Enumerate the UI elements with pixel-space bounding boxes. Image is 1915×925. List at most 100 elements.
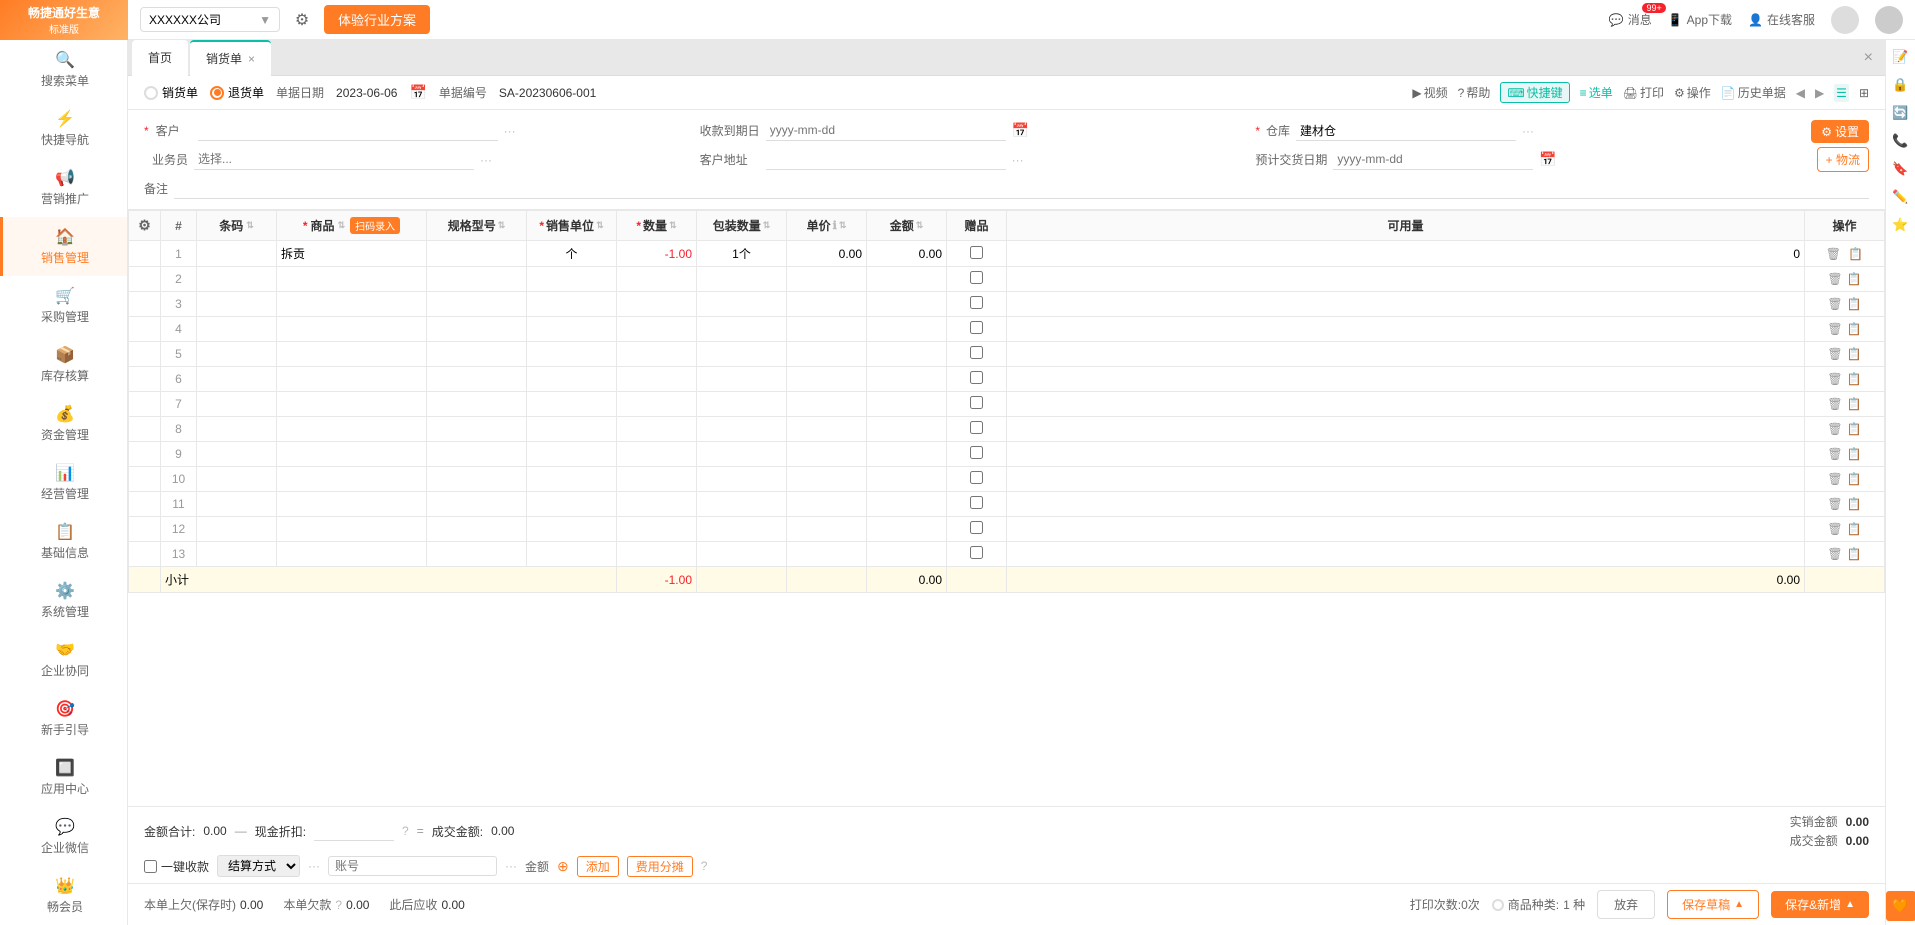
rp-bookmark-icon[interactable]: 🔖	[1888, 156, 1914, 182]
addr-dots[interactable]: ···	[1012, 153, 1024, 167]
account-dots[interactable]: ···	[505, 859, 517, 873]
gift-checkbox-1[interactable]	[970, 246, 983, 259]
payment-due-cal-icon[interactable]: 📅	[1012, 122, 1029, 139]
print-btn[interactable]: 🖨 打印	[1623, 84, 1664, 101]
sidebar-item-base[interactable]: 📋 基础信息	[0, 512, 127, 571]
sidebar-item-quick-nav[interactable]: ⚡ 快捷导航	[0, 99, 127, 158]
gift-checkbox-2[interactable]	[970, 271, 983, 284]
discount-input[interactable]	[314, 822, 394, 841]
close-window-btn[interactable]: ×	[1856, 49, 1881, 67]
tab-close-icon[interactable]: ×	[248, 52, 255, 66]
rp-star-icon[interactable]: ⭐	[1888, 212, 1914, 238]
help-btn[interactable]: ? 帮助	[1458, 84, 1491, 101]
expense-btn[interactable]: 费用分摊	[627, 856, 693, 877]
rp-edit-icon[interactable]: 📝	[1888, 44, 1914, 70]
sidebar-item-guide[interactable]: 🎯 新手引导	[0, 689, 127, 748]
gift-checkbox-6[interactable]	[970, 371, 983, 384]
rp-orange-btn[interactable]: 🧡	[1886, 891, 1915, 921]
add-button[interactable]: 添加	[577, 856, 619, 877]
cell-qty-1[interactable]: -1.00	[617, 241, 697, 267]
sidebar-item-marketing[interactable]: 📢 营销推广	[0, 158, 127, 217]
gift-checkbox-10[interactable]	[970, 471, 983, 484]
operate-btn[interactable]: ⚙ 操作	[1674, 84, 1711, 101]
rp-lock-icon[interactable]: 🔒	[1888, 72, 1914, 98]
save-new-button[interactable]: 保存&新增 ▲	[1771, 891, 1869, 918]
cell-price-1[interactable]: 0.00	[787, 241, 867, 267]
history-btn[interactable]: 📄 历史单据	[1721, 84, 1786, 101]
radio-return[interactable]: 退货单	[210, 84, 264, 101]
sidebar-item-wechat[interactable]: 💬 企业微信	[0, 807, 127, 866]
remarks-input[interactable]	[174, 178, 1869, 199]
one-click-pay-check[interactable]	[144, 860, 157, 873]
video-btn[interactable]: ▶ 视频	[1412, 84, 1447, 101]
gear-button[interactable]: ⚙	[288, 6, 316, 34]
settle-method-select[interactable]: 结算方式	[217, 855, 300, 877]
avatar[interactable]	[1831, 6, 1859, 34]
gift-checkbox-13[interactable]	[970, 546, 983, 559]
rp-phone-icon[interactable]: 📞	[1888, 128, 1914, 154]
abandon-button[interactable]: 放弃	[1597, 890, 1655, 919]
gift-checkbox-12[interactable]	[970, 521, 983, 534]
calendar-icon[interactable]: 📅	[409, 84, 426, 101]
next-btn[interactable]: ▶	[1815, 86, 1824, 100]
online-service-btn[interactable]: 👤 在线客服	[1748, 11, 1815, 28]
shortcut-btn[interactable]: ⌨ 快捷键	[1500, 82, 1569, 103]
sidebar-item-appstore[interactable]: 🔲 应用中心	[0, 748, 127, 807]
setting-button[interactable]: ⚙ 设置	[1811, 120, 1869, 143]
cell-gift-1[interactable]	[947, 241, 1007, 267]
sidebar-item-enterprise[interactable]: 🤝 企业协同	[0, 630, 127, 689]
scan-button[interactable]: 扫码录入	[350, 217, 400, 234]
gift-checkbox-11[interactable]	[970, 496, 983, 509]
list-view-btn[interactable]: ☰	[1834, 84, 1849, 102]
cell-spec-1[interactable]	[427, 241, 527, 267]
sidebar-item-search[interactable]: 🔍 搜索菜单	[0, 40, 127, 99]
cell-unit-1[interactable]: 个	[527, 241, 617, 267]
sidebar-item-system[interactable]: ⚙️ 系统管理	[0, 571, 127, 630]
settle-dots[interactable]: ···	[308, 859, 320, 873]
sidebar-item-inventory[interactable]: 📦 库存核算	[0, 335, 127, 394]
message-btn[interactable]: 💬 消息 99+	[1609, 11, 1652, 28]
payment-due-input[interactable]	[766, 120, 1006, 141]
gift-checkbox-3[interactable]	[970, 296, 983, 309]
tab-home[interactable]: 首页	[132, 40, 188, 76]
trial-button[interactable]: 体验行业方案	[324, 5, 430, 34]
warehouse-input[interactable]	[1296, 120, 1516, 141]
sidebar-item-purchase[interactable]: 🛒 采购管理	[0, 276, 127, 335]
company-select[interactable]: XXXXXX公司 ▼	[140, 7, 280, 32]
cell-barcode-1[interactable]	[197, 241, 277, 267]
tab-sales-order[interactable]: 销货单 ×	[190, 40, 271, 76]
cell-amount-1[interactable]: 0.00	[867, 241, 947, 267]
grid-view-btn[interactable]: ⊞	[1859, 86, 1869, 100]
account-input[interactable]	[328, 856, 497, 876]
cell-product-1[interactable]: 拆贡	[277, 241, 427, 267]
prev-btn[interactable]: ◀	[1796, 86, 1805, 100]
wuliu-button[interactable]: + 物流	[1817, 147, 1869, 172]
th-settings[interactable]: ⚙	[129, 211, 161, 241]
gift-checkbox-7[interactable]	[970, 396, 983, 409]
rp-refresh-icon[interactable]: 🔄	[1888, 100, 1914, 126]
salesperson-dots[interactable]: ···	[480, 153, 492, 167]
gift-checkbox-4[interactable]	[970, 321, 983, 334]
salesperson-input[interactable]	[194, 149, 474, 170]
customer-input[interactable]	[198, 120, 498, 141]
expected-date-input[interactable]	[1333, 149, 1533, 170]
sidebar-item-finance[interactable]: 💰 资金管理	[0, 394, 127, 453]
sidebar-item-operations[interactable]: 📊 经营管理	[0, 453, 127, 512]
gift-checkbox-5[interactable]	[970, 346, 983, 359]
cell-pkg-1[interactable]: 1个	[697, 241, 787, 267]
gift-checkbox-9[interactable]	[970, 446, 983, 459]
customer-dots[interactable]: ···	[504, 124, 516, 138]
save-draft-button[interactable]: 保存草稿 ▲	[1667, 890, 1759, 919]
app-download-btn[interactable]: 📱 App下载	[1668, 11, 1732, 28]
select-btn[interactable]: ≡ 选单	[1580, 84, 1613, 101]
expected-date-cal-icon[interactable]: 📅	[1539, 151, 1556, 168]
copy-btn-1[interactable]: 📋	[1848, 247, 1863, 261]
customer-addr-input[interactable]	[766, 149, 1006, 170]
warehouse-dots[interactable]: ···	[1522, 124, 1534, 138]
sidebar-item-sales[interactable]: 🏠 销售管理	[0, 217, 127, 276]
radio-sale[interactable]: 销货单	[144, 84, 198, 101]
delete-btn-1[interactable]: 🗑	[1826, 247, 1841, 261]
rp-pencil-icon[interactable]: ✏️	[1888, 184, 1914, 210]
gift-checkbox-8[interactable]	[970, 421, 983, 434]
one-click-pay-checkbox[interactable]: 一键收款	[144, 858, 209, 875]
